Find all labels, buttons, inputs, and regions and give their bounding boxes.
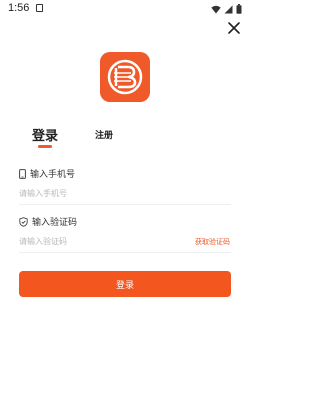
get-code-button[interactable]: 获取验证码 — [195, 237, 230, 247]
tab-register[interactable]: 注册 — [95, 128, 113, 141]
login-button[interactable]: 登录 — [19, 271, 231, 297]
phone-divider — [19, 204, 231, 205]
battery-icon — [236, 4, 242, 14]
tab-active-indicator — [38, 145, 52, 148]
wifi-icon — [211, 5, 221, 13]
auth-tabs: 登录 注册 — [0, 125, 250, 149]
notification-icon — [36, 4, 43, 12]
phone-field-label: 输入手机号 — [19, 167, 75, 180]
app-logo — [100, 52, 150, 102]
code-field-label: 输入验证码 — [19, 215, 77, 228]
phone-input[interactable] — [19, 183, 231, 203]
tab-login[interactable]: 登录 — [32, 125, 58, 144]
status-time: 1:56 — [8, 2, 30, 14]
phone-icon — [19, 168, 26, 179]
verification-code-input[interactable] — [19, 231, 179, 251]
close-icon[interactable] — [227, 21, 241, 35]
code-divider — [19, 252, 231, 253]
signal-icon — [224, 5, 233, 13]
status-bar: 1:56 — [0, 0, 250, 22]
phone-label-text: 输入手机号 — [30, 170, 76, 180]
code-label-text: 输入验证码 — [32, 218, 78, 228]
shield-icon — [19, 216, 28, 227]
